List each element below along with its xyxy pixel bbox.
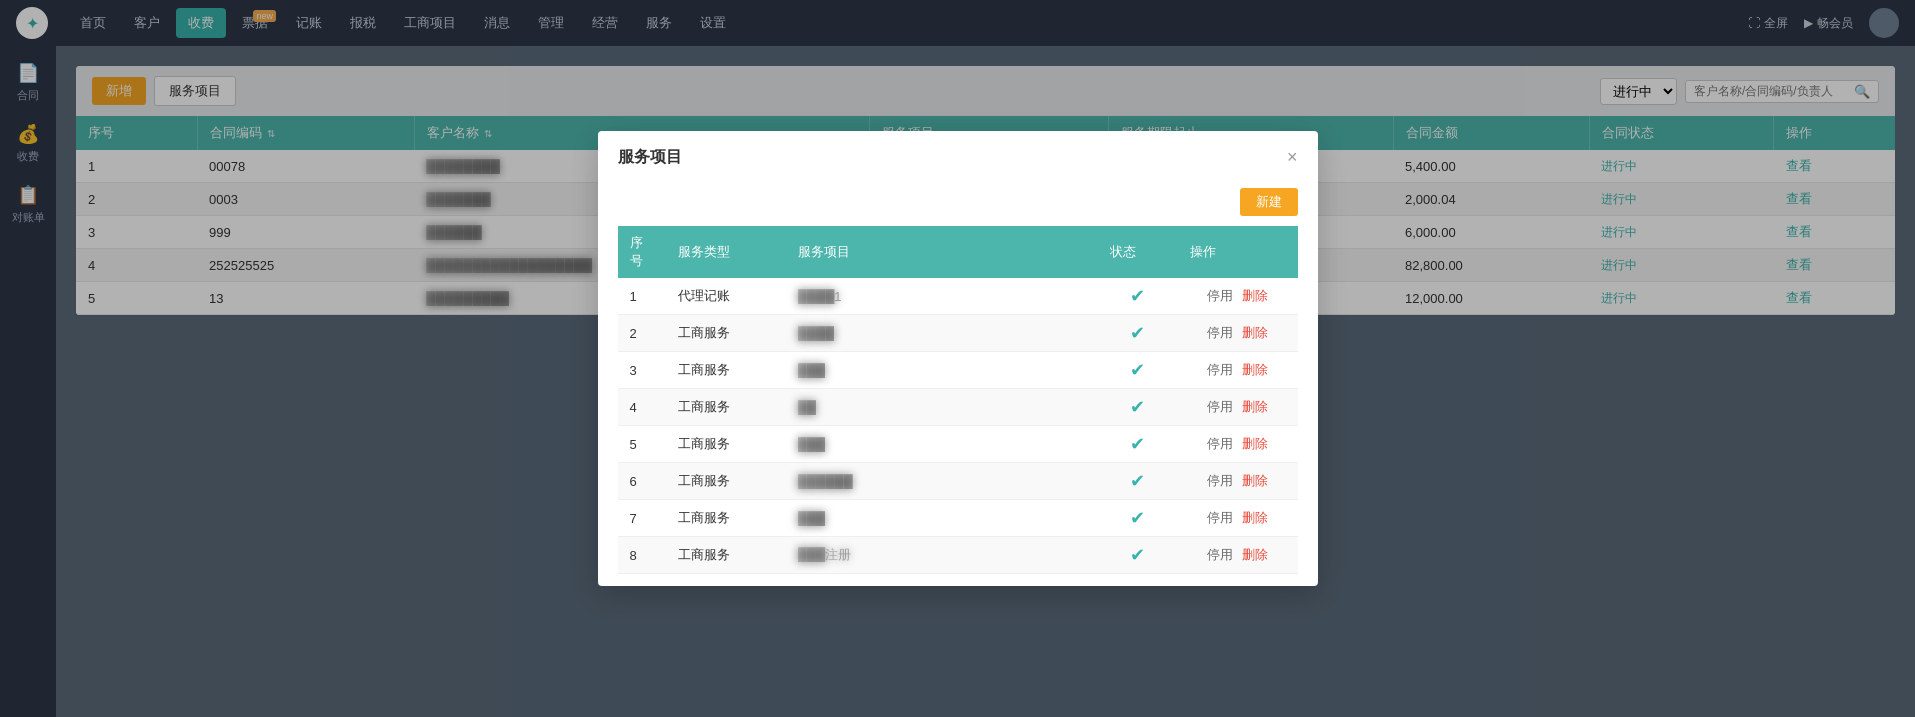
modal-cell-action: 停用 删除 [1178, 500, 1298, 537]
modal-cell-seq: 6 [618, 463, 666, 500]
modal-cell-action: 停用 删除 [1178, 352, 1298, 389]
modal-title: 服务项目 [618, 147, 682, 168]
modal-header-row: 序号 服务类型 服务项目 状态 操作 [618, 226, 1298, 278]
disable-button[interactable]: 停用 [1207, 399, 1233, 414]
modal-cell-type: 工商服务 [666, 315, 786, 352]
modal-cell-action: 停用 删除 [1178, 463, 1298, 500]
modal-cell-seq: 7 [618, 500, 666, 537]
modal-table-row: 3 工商服务 ███ ✔ 停用 删除 [618, 352, 1298, 389]
modal-cell-item: ████ [786, 315, 1098, 352]
modal-cell-action: 停用 删除 [1178, 426, 1298, 463]
modal-cell-status: ✔ [1098, 426, 1178, 463]
disable-button[interactable]: 停用 [1207, 547, 1233, 562]
modal-cell-type: 工商服务 [666, 426, 786, 463]
modal-toolbar: 新建 [618, 188, 1298, 216]
modal-cell-action: 停用 删除 [1178, 278, 1298, 315]
delete-button[interactable]: 删除 [1242, 510, 1268, 525]
modal-col-action: 操作 [1178, 226, 1298, 278]
modal-table-wrap[interactable]: 序号 服务类型 服务项目 状态 操作 1 代理记账 ████1 ✔ 停用 删除 … [618, 226, 1298, 574]
modal-cell-type: 工商服务 [666, 463, 786, 500]
modal-table-row: 6 工商服务 ██████ ✔ 停用 删除 [618, 463, 1298, 500]
modal-cell-status: ✔ [1098, 500, 1178, 537]
status-check-icon: ✔ [1130, 508, 1145, 528]
delete-button[interactable]: 删除 [1242, 288, 1268, 303]
status-check-icon: ✔ [1130, 323, 1145, 343]
disable-button[interactable]: 停用 [1207, 436, 1233, 451]
modal-cell-seq: 1 [618, 278, 666, 315]
modal-cell-action: 停用 删除 [1178, 537, 1298, 574]
modal-cell-type: 代理记账 [666, 278, 786, 315]
modal-cell-status: ✔ [1098, 315, 1178, 352]
modal-cell-item: ███ [786, 352, 1098, 389]
modal-cell-type: 工商服务 [666, 389, 786, 426]
modal-cell-status: ✔ [1098, 352, 1178, 389]
modal-col-item: 服务项目 [786, 226, 1098, 278]
modal-cell-type: 工商服务 [666, 500, 786, 537]
modal-cell-seq: 4 [618, 389, 666, 426]
modal-close-button[interactable]: × [1287, 147, 1298, 168]
disable-button[interactable]: 停用 [1207, 325, 1233, 340]
modal-overlay[interactable]: 服务项目 × 新建 序号 服务类型 服务项目 状态 操作 [0, 0, 1915, 717]
modal-cell-item: ███ [786, 500, 1098, 537]
modal-cell-item: ██████ [786, 463, 1098, 500]
delete-button[interactable]: 删除 [1242, 547, 1268, 562]
status-check-icon: ✔ [1130, 397, 1145, 417]
modal-cell-action: 停用 删除 [1178, 315, 1298, 352]
modal-cell-type: 工商服务 [666, 537, 786, 574]
modal-cell-seq: 5 [618, 426, 666, 463]
modal-cell-item: ████1 [786, 278, 1098, 315]
modal-cell-seq: 2 [618, 315, 666, 352]
modal-cell-status: ✔ [1098, 537, 1178, 574]
disable-button[interactable]: 停用 [1207, 288, 1233, 303]
modal-cell-status: ✔ [1098, 278, 1178, 315]
disable-button[interactable]: 停用 [1207, 510, 1233, 525]
modal-cell-seq: 8 [618, 537, 666, 574]
modal-body: 新建 序号 服务类型 服务项目 状态 操作 1 代理记账 [598, 176, 1318, 586]
modal-cell-status: ✔ [1098, 463, 1178, 500]
modal-cell-action: 停用 删除 [1178, 389, 1298, 426]
delete-button[interactable]: 删除 [1242, 362, 1268, 377]
modal-col-status: 状态 [1098, 226, 1178, 278]
modal-table-row: 4 工商服务 ██ ✔ 停用 删除 [618, 389, 1298, 426]
status-check-icon: ✔ [1130, 545, 1145, 565]
modal-header: 服务项目 × [598, 131, 1318, 176]
modal-new-button[interactable]: 新建 [1240, 188, 1298, 216]
disable-button[interactable]: 停用 [1207, 362, 1233, 377]
status-check-icon: ✔ [1130, 360, 1145, 380]
service-item-modal: 服务项目 × 新建 序号 服务类型 服务项目 状态 操作 [598, 131, 1318, 586]
modal-col-type: 服务类型 [666, 226, 786, 278]
modal-table-row: 5 工商服务 ███ ✔ 停用 删除 [618, 426, 1298, 463]
status-check-icon: ✔ [1130, 471, 1145, 491]
status-check-icon: ✔ [1130, 286, 1145, 306]
modal-cell-status: ✔ [1098, 389, 1178, 426]
modal-table-row: 1 代理记账 ████1 ✔ 停用 删除 [618, 278, 1298, 315]
delete-button[interactable]: 删除 [1242, 436, 1268, 451]
modal-table: 序号 服务类型 服务项目 状态 操作 1 代理记账 ████1 ✔ 停用 删除 … [618, 226, 1298, 574]
modal-table-row: 2 工商服务 ████ ✔ 停用 删除 [618, 315, 1298, 352]
status-check-icon: ✔ [1130, 434, 1145, 454]
modal-cell-item: ██ [786, 389, 1098, 426]
modal-col-seq: 序号 [618, 226, 666, 278]
delete-button[interactable]: 删除 [1242, 399, 1268, 414]
delete-button[interactable]: 删除 [1242, 473, 1268, 488]
delete-button[interactable]: 删除 [1242, 325, 1268, 340]
modal-table-row: 8 工商服务 ███注册 ✔ 停用 删除 [618, 537, 1298, 574]
modal-cell-seq: 3 [618, 352, 666, 389]
modal-cell-item: ███注册 [786, 537, 1098, 574]
modal-cell-item: ███ [786, 426, 1098, 463]
disable-button[interactable]: 停用 [1207, 473, 1233, 488]
modal-table-row: 7 工商服务 ███ ✔ 停用 删除 [618, 500, 1298, 537]
modal-cell-type: 工商服务 [666, 352, 786, 389]
